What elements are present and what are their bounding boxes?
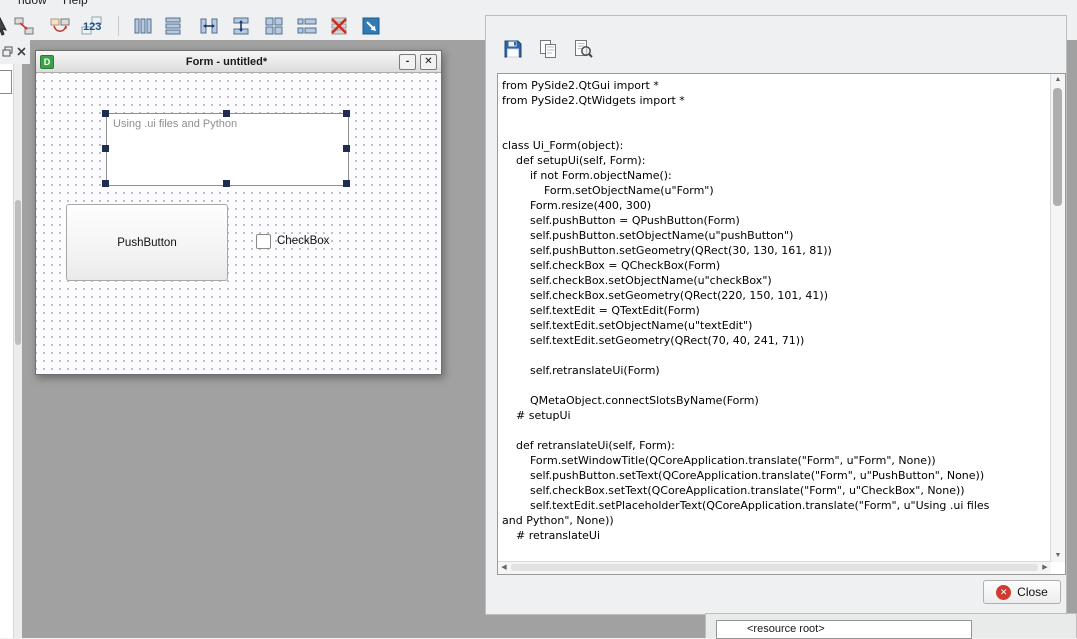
pushbutton-widget[interactable]: PushButton — [66, 204, 228, 281]
close-button-label: Close — [1017, 585, 1048, 599]
adjust-size-icon[interactable] — [358, 13, 384, 39]
dock-close-icon[interactable] — [15, 45, 28, 58]
form-canvas[interactable]: Using .ui files and Python PushButton Ch… — [36, 73, 441, 374]
layout-vertical-icon[interactable] — [160, 13, 186, 39]
checkbox-widget[interactable]: CheckBox — [256, 231, 329, 251]
splitter-horizontal-icon[interactable] — [196, 13, 222, 39]
edit-tab-order-icon[interactable]: 123 — [79, 13, 105, 39]
form-designer-window: D Form - untitled* - ✕ Using .ui files a… — [35, 50, 442, 375]
resize-handle-ne[interactable] — [343, 110, 350, 117]
close-circle-icon: ✕ — [996, 585, 1011, 600]
widget-box-scroll-thumb[interactable] — [15, 200, 21, 345]
widgetbox-dock-titlebar — [0, 40, 30, 64]
dock-float-icon[interactable] — [1, 45, 14, 58]
svg-text:123: 123 — [83, 21, 101, 33]
scroll-right-icon[interactable]: ▶ — [1039, 562, 1051, 574]
vertical-scroll-thumb[interactable] — [1053, 88, 1062, 206]
horizontal-scrollbar[interactable]: ◀ ▶ — [498, 561, 1051, 574]
vertical-scrollbar[interactable]: ▲ ▼ — [1050, 74, 1065, 562]
resource-root-item[interactable]: <resource root> — [717, 621, 971, 635]
horizontal-scroll-thumb[interactable] — [511, 564, 1038, 571]
menu-window[interactable]: ndow — [18, 0, 47, 7]
textedit-placeholder: Using .ui files and Python — [107, 114, 348, 134]
resize-handle-n[interactable] — [223, 110, 230, 117]
widget-box-scrollbar[interactable] — [14, 64, 22, 638]
edit-signals-slots-icon[interactable] — [11, 13, 37, 39]
scroll-left-icon[interactable]: ◀ — [498, 562, 510, 574]
widget-filter-input[interactable] — [0, 70, 12, 94]
layout-horizontal-icon[interactable] — [130, 13, 156, 39]
resize-handle-sw[interactable] — [102, 180, 109, 187]
toolbar-separator — [118, 16, 119, 36]
form-window-title: Form - untitled* — [58, 56, 395, 68]
resource-editor-window: <resource root> — [705, 613, 1077, 638]
resource-tree[interactable]: <resource root> — [716, 620, 972, 639]
copy-icon[interactable] — [535, 36, 561, 62]
code-dialog-toolbar — [500, 36, 596, 62]
checkbox-indicator[interactable] — [256, 234, 271, 249]
resize-handle-nw[interactable] — [102, 110, 109, 117]
splitter-vertical-icon[interactable] — [228, 13, 254, 39]
minimize-button[interactable]: - — [399, 54, 416, 70]
menu-help[interactable]: Help — [63, 0, 88, 7]
dialog-close-button[interactable]: ✕ Close — [983, 580, 1061, 604]
window-close-button[interactable]: ✕ — [420, 54, 437, 70]
resize-handle-se[interactable] — [343, 180, 350, 187]
widget-box-panel — [0, 64, 14, 638]
code-editor[interactable]: from PySide2.QtGui import * from PySide2… — [497, 73, 1066, 575]
layout-form-icon[interactable] — [294, 13, 320, 39]
layout-grid-icon[interactable] — [261, 13, 287, 39]
resize-handle-e[interactable] — [343, 145, 350, 152]
edit-buddies-icon[interactable] — [47, 13, 73, 39]
break-layout-icon[interactable] — [326, 13, 352, 39]
scroll-up-icon[interactable]: ▲ — [1051, 74, 1065, 86]
save-icon[interactable] — [500, 36, 526, 62]
generated-code[interactable]: from PySide2.QtGui import * from PySide2… — [498, 74, 1052, 547]
resize-handle-w[interactable] — [102, 145, 109, 152]
find-icon[interactable] — [570, 36, 596, 62]
code-preview-dialog: from PySide2.QtGui import * from PySide2… — [485, 15, 1067, 615]
designer-form-icon: D — [40, 55, 54, 69]
form-window-titlebar[interactable]: D Form - untitled* - ✕ — [36, 51, 441, 73]
checkbox-label: CheckBox — [277, 235, 329, 247]
textedit-widget[interactable]: Using .ui files and Python — [106, 113, 349, 186]
scroll-down-icon[interactable]: ▼ — [1051, 550, 1065, 562]
resize-handle-s[interactable] — [223, 180, 230, 187]
